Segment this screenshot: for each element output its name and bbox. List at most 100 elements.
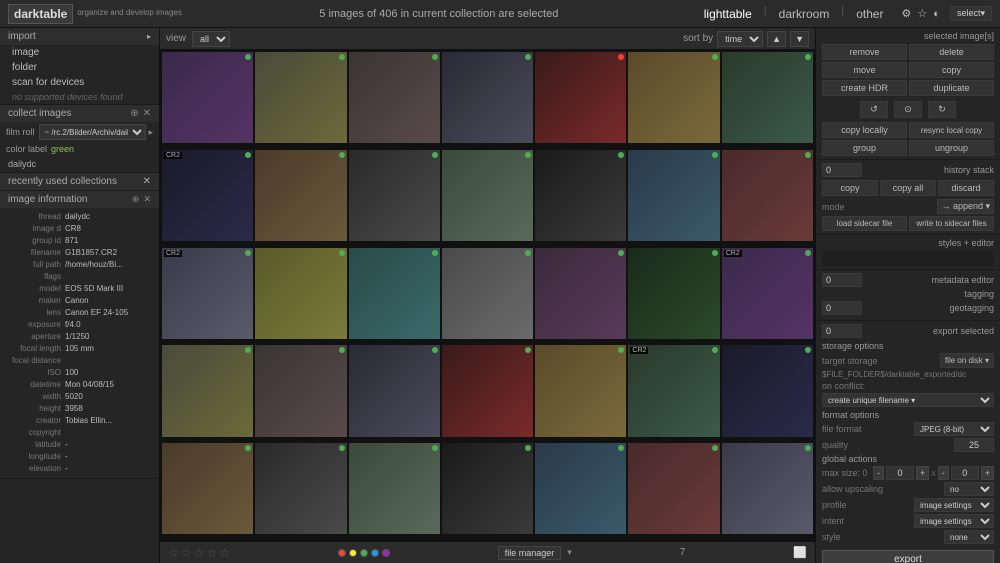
photo-thumb[interactable] [255, 150, 346, 241]
mode-val-btn[interactable]: → append ▾ [937, 199, 994, 214]
target-btn[interactable]: file on disk ▾ [940, 353, 994, 368]
size-y-input[interactable] [951, 466, 979, 480]
photo-thumb[interactable] [535, 345, 626, 436]
select-button[interactable]: select▾ [950, 6, 992, 21]
photo-thumb[interactable] [349, 150, 440, 241]
photo-thumb[interactable] [535, 52, 626, 143]
import-folder[interactable]: folder [0, 60, 159, 75]
photo-thumb[interactable] [442, 443, 533, 534]
import-header[interactable]: import ▸ [0, 28, 159, 45]
intent-select[interactable]: image settings [914, 514, 994, 528]
color-purple[interactable] [382, 549, 390, 557]
metadata-input1[interactable] [822, 273, 862, 287]
rotate-ccw-btn[interactable]: ↺ [860, 101, 888, 118]
remove-btn[interactable]: remove [822, 44, 907, 60]
move-btn[interactable]: move [822, 62, 907, 78]
star-icon[interactable]: ☆ [917, 7, 927, 20]
photo-thumb[interactable]: CR2CR2 [722, 248, 813, 339]
metadata-input2[interactable] [822, 301, 862, 315]
upscale-select[interactable]: no [944, 482, 994, 496]
photo-thumb[interactable] [442, 150, 533, 241]
history-input[interactable] [822, 163, 862, 177]
photo-thumb[interactable] [442, 52, 533, 143]
size-y-plus[interactable]: + [981, 466, 994, 480]
photo-thumb[interactable] [722, 443, 813, 534]
copy-btn[interactable]: copy [909, 62, 994, 78]
history-copy-btn[interactable]: copy [822, 180, 878, 196]
nav-darkroom[interactable]: darkroom [771, 5, 838, 23]
ungroup-btn[interactable]: ungroup [909, 140, 994, 156]
color-green[interactable] [360, 549, 368, 557]
style-select[interactable]: none [944, 530, 994, 544]
photo-thumb[interactable] [255, 345, 346, 436]
collect-header[interactable]: collect images ⊕ ✕ [0, 105, 159, 122]
create-hdr-btn[interactable]: create HDR [822, 80, 907, 96]
photo-thumb[interactable] [722, 52, 813, 143]
quality-input[interactable] [954, 438, 994, 452]
star-3[interactable]: ☆ [194, 546, 205, 560]
photo-thumb[interactable] [535, 443, 626, 534]
photo-thumb[interactable] [162, 52, 253, 143]
nav-other[interactable]: other [848, 5, 891, 23]
photo-thumb[interactable] [535, 248, 626, 339]
photo-thumb[interactable]: CR2CR2 [162, 150, 253, 241]
file-manager-btn[interactable]: file manager [498, 546, 562, 560]
photo-thumb[interactable] [349, 52, 440, 143]
nav-lighttable[interactable]: lighttable [696, 5, 760, 23]
load-sidecar-btn[interactable]: load sidecar file [822, 216, 907, 231]
rotate-reset-btn[interactable]: ⊙ [894, 101, 922, 118]
size-x-input[interactable] [886, 466, 914, 480]
delete-btn[interactable]: delete [909, 44, 994, 60]
settings-icon[interactable]: ⚙ [902, 7, 912, 20]
photo-thumb[interactable] [442, 345, 533, 436]
photo-thumb[interactable] [255, 443, 346, 534]
color-red[interactable] [338, 549, 346, 557]
sort-desc-btn[interactable]: ▼ [790, 31, 809, 47]
photo-thumb[interactable] [162, 345, 253, 436]
photo-thumb[interactable]: CR2CR2 [162, 248, 253, 339]
star-1[interactable]: ☆ [168, 546, 179, 560]
photo-thumb[interactable] [722, 150, 813, 241]
profile-select[interactable]: image settings [914, 498, 994, 512]
conflict-select[interactable]: create unique filename ▾ [822, 393, 994, 407]
photo-thumb[interactable] [535, 150, 626, 241]
film-roll-select[interactable]: ~ /rc.2/Bilder/Archiv/daily/dc [39, 124, 147, 140]
photo-thumb[interactable] [162, 443, 253, 534]
photo-thumb[interactable] [255, 248, 346, 339]
view-select[interactable]: all [192, 31, 230, 47]
photo-thumb[interactable] [349, 248, 440, 339]
photo-thumb[interactable] [628, 443, 719, 534]
resync-btn[interactable]: resync local copy [909, 122, 994, 138]
format-select[interactable]: JPEG (8-bit) [914, 422, 994, 436]
write-sidecar-btn[interactable]: write to sidecar files [909, 216, 994, 231]
photo-thumb[interactable] [722, 345, 813, 436]
star-2[interactable]: ☆ [181, 546, 192, 560]
color-blue[interactable] [371, 549, 379, 557]
history-copy-all-btn[interactable]: copy all [880, 180, 936, 196]
import-scan[interactable]: scan for devices [0, 75, 159, 90]
photo-thumb[interactable] [628, 248, 719, 339]
sort-asc-btn[interactable]: ▲ [767, 31, 786, 47]
photo-thumb[interactable] [349, 345, 440, 436]
sort-select[interactable]: time [717, 31, 763, 47]
photo-thumb[interactable]: CR2CR2 [628, 345, 719, 436]
photo-thumb[interactable] [255, 52, 346, 143]
size-y-minus[interactable]: - [938, 466, 949, 480]
rotate-cw-btn[interactable]: ↻ [928, 101, 956, 118]
star-5[interactable]: ☆ [219, 546, 230, 560]
star-4[interactable]: ☆ [206, 546, 217, 560]
group-btn[interactable]: group [822, 140, 907, 156]
import-image[interactable]: image [0, 45, 159, 60]
size-x-plus[interactable]: + [916, 466, 929, 480]
image-info-header[interactable]: image information ⊕ ✕ [0, 191, 159, 208]
export-input[interactable] [822, 324, 862, 338]
recently-header[interactable]: recently used collections ✕ [0, 173, 159, 190]
photo-thumb[interactable] [628, 150, 719, 241]
history-discard-btn[interactable]: discard [938, 180, 994, 196]
duplicate-btn[interactable]: duplicate [909, 80, 994, 96]
size-x-minus[interactable]: - [873, 466, 884, 480]
photo-thumb[interactable] [349, 443, 440, 534]
export-btn[interactable]: export [822, 550, 994, 563]
moon-icon[interactable]: ◐ [933, 8, 940, 20]
color-circles[interactable] [338, 549, 390, 557]
